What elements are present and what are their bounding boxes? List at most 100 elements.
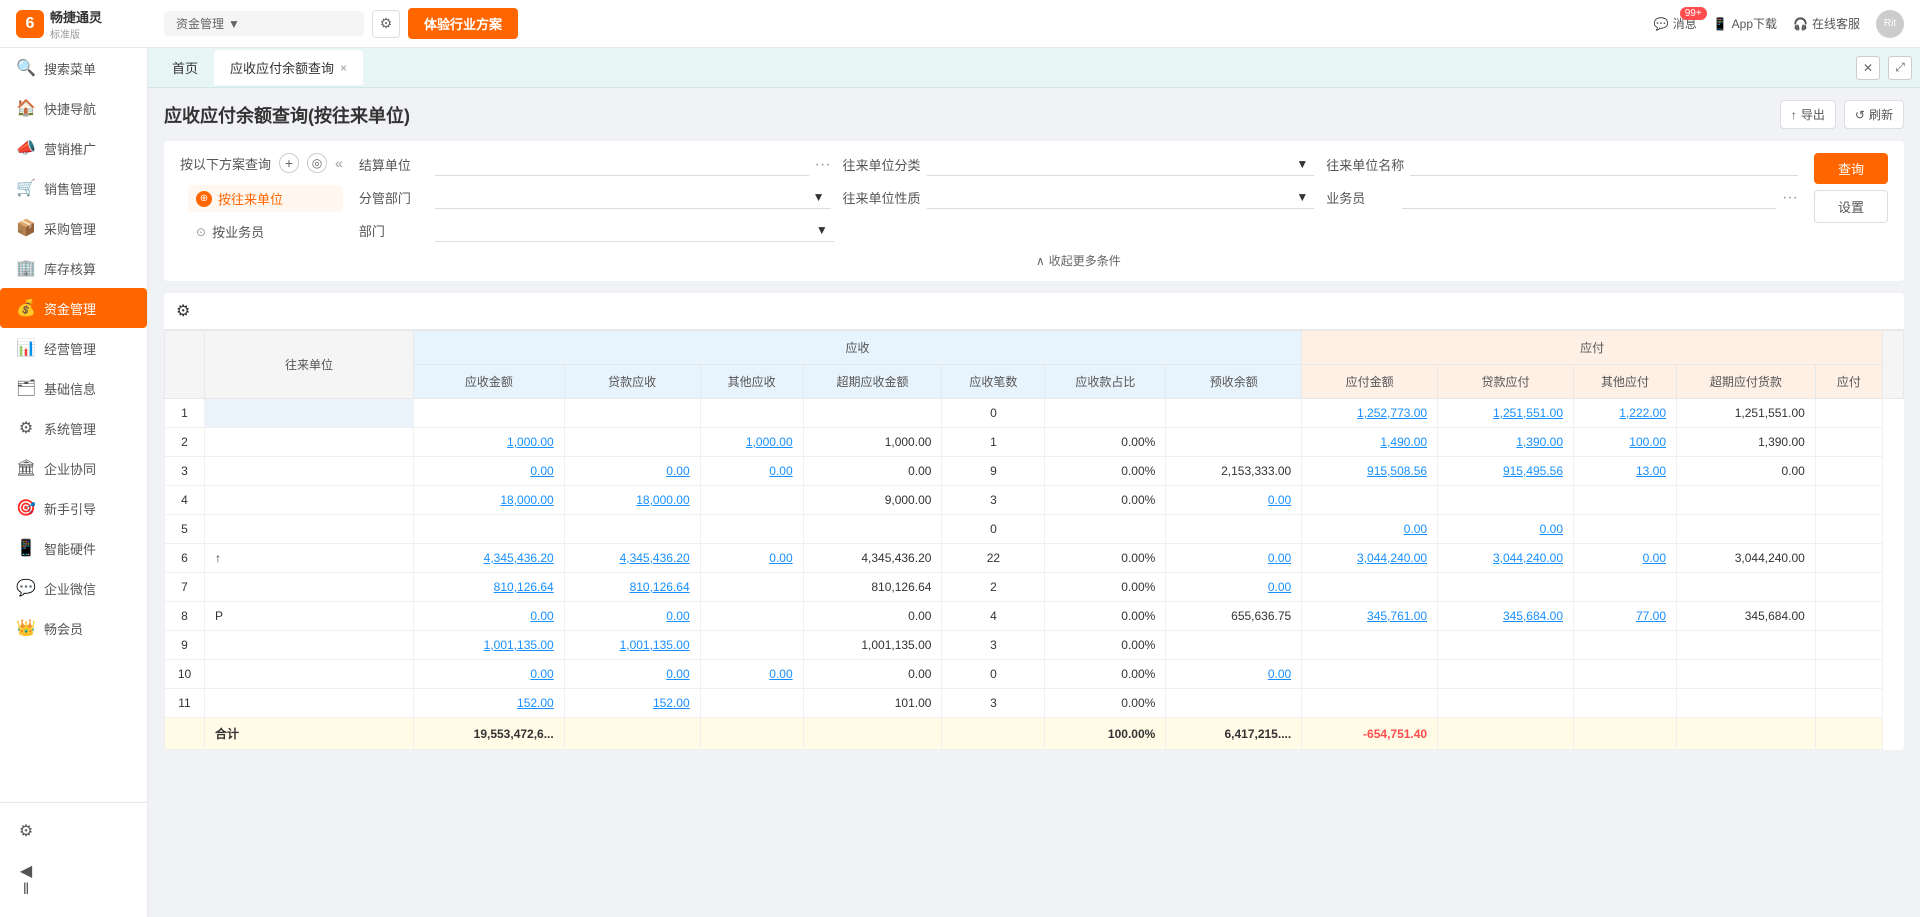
sidebar-item-marketing[interactable]: 📣 营销推广 (0, 128, 147, 168)
table-row: 4 18,000.00 18,000.00 9,000.00 3 0.00% 0… (165, 486, 1904, 515)
filter-label-6: 业务员 (1326, 188, 1396, 207)
trial-button[interactable]: 体验行业方案 (408, 8, 518, 39)
sidebar-item-inventory[interactable]: 🏢 库存核算 (0, 248, 147, 288)
filter-dots-1[interactable]: ··· (815, 156, 831, 174)
sidebar-item-member[interactable]: 👑 畅会员 (0, 608, 147, 648)
filter-row-3: 部门 ▼ (359, 219, 1798, 242)
tab-active[interactable]: 应收应付余额查询 × (214, 50, 363, 85)
breadcrumb[interactable]: 资金管理 ▼ (164, 11, 364, 36)
sidebar-item-basic[interactable]: 🗂 基础信息 (0, 368, 147, 408)
chevron-down-icon-3: ▼ (1296, 190, 1308, 204)
weixin-icon: 💬 (16, 578, 36, 598)
filter-select-nature[interactable]: ▼ (927, 186, 1315, 209)
sidebar-item-hardware[interactable]: 📱 智能硬件 (0, 528, 147, 568)
col-yf-extra: 应付 (1815, 365, 1882, 399)
filter-label-3: 往来单位名称 (1326, 155, 1404, 174)
chevron-down-icon-1: ▼ (1296, 157, 1308, 171)
sidebar-item-label: 库存核算 (44, 259, 96, 278)
refresh-button[interactable]: ↺ 刷新 (1844, 100, 1904, 129)
table-row: 7 810,126.64 810,126.64 810,126.64 2 0.0… (165, 573, 1904, 602)
page-area: 应收应付余额查询(按往来单位) ↑ 导出 ↺ 刷新 按以下方案查询 (148, 88, 1920, 917)
online-service-button[interactable]: 🎧 在线客服 (1793, 15, 1860, 32)
filter-field-wl-nature: 往来单位性质 ▼ (843, 186, 1315, 209)
sidebar-item-operation[interactable]: 📊 经营管理 (0, 328, 147, 368)
export-button[interactable]: ↑ 导出 (1780, 100, 1836, 129)
filter-select-dept[interactable]: ▼ (435, 186, 831, 209)
sidebar-item-label: 企业协同 (44, 459, 96, 478)
sidebar-item-label: 采购管理 (44, 219, 96, 238)
sidebar-item-label: 新手引导 (44, 499, 96, 518)
filter-option-unit[interactable]: ⊕ 按往来单位 (188, 185, 343, 212)
sidebar-item-label: 经营管理 (44, 339, 96, 358)
col-cq-yr: 超期应收金额 (803, 365, 942, 399)
tab-bar: 首页 应收应付余额查询 × ✕ ⤢ (148, 48, 1920, 88)
user-avatar[interactable]: Rit (1876, 10, 1904, 38)
table-wrapper: 往来单位 应收 应付 应收金额 贷款应收 其他应收 超期应收金额 应收笔数 应收… (164, 330, 1904, 750)
table-row: 3 0.00 0.00 0.00 0.00 9 0.00% 2,153,333.… (165, 457, 1904, 486)
filter-field-staff: 业务员 ··· (1326, 186, 1798, 209)
sidebar-item-weixin[interactable]: 💬 企业微信 (0, 568, 147, 608)
filter-field-jiesuandanwei: 结算单位 ··· (359, 153, 831, 176)
sidebar-item-label: 企业微信 (44, 579, 96, 598)
active-tab-label: 应收应付余额查询 (230, 58, 334, 77)
filter-add-button[interactable]: + (279, 153, 299, 173)
table-header-cols: 应收金额 贷款应收 其他应收 超期应收金额 应收笔数 应收款占比 预收余额 应付… (165, 365, 1904, 399)
side-buttons: 查询 设置 (1814, 153, 1888, 269)
table-row: 8 P 0.00 0.00 0.00 4 0.00% 655,636.75 34… (165, 602, 1904, 631)
breadcrumb-text: 资金管理 (176, 15, 224, 32)
setup-button[interactable]: 设置 (1814, 190, 1888, 223)
message-button[interactable]: 💬 消息 99+ (1654, 15, 1697, 32)
sidebar: 🔍 搜索菜单 🏠 快捷导航 📣 营销推广 🛒 销售管理 📦 采购管理 🏢 库存核… (0, 48, 148, 917)
filter-input-staff[interactable] (1402, 186, 1776, 209)
sidebar-item-search[interactable]: 🔍 搜索菜单 (0, 48, 147, 88)
operation-icon: 📊 (16, 338, 36, 358)
filter-dots-2[interactable]: ··· (1782, 189, 1798, 207)
collapse-bar[interactable]: ∧ 收起更多条件 (359, 252, 1798, 269)
tab-home[interactable]: 首页 (156, 50, 214, 85)
sidebar-settings-btn[interactable]: ⚙ (0, 811, 147, 851)
sidebar-item-quick[interactable]: 🏠 快捷导航 (0, 88, 147, 128)
col-group-yr: 应收 (413, 331, 1301, 365)
sidebar-item-label: 营销推广 (44, 139, 96, 158)
sidebar-collapse-btn[interactable]: ◀ ‖ (0, 851, 147, 909)
settings-icon[interactable]: ⚙ (372, 10, 400, 38)
tab-close-button[interactable]: × (340, 61, 347, 75)
table-header-group: 往来单位 应收 应付 (165, 331, 1904, 365)
sidebar-item-system[interactable]: ⚙ 系统管理 (0, 408, 147, 448)
tab-expand-btn[interactable]: ⤢ (1888, 56, 1912, 80)
sidebar-bottom: ⚙ ◀ ‖ (0, 802, 147, 917)
msg-icon: 💬 (1654, 17, 1669, 31)
filter-input-wl-name[interactable] (1410, 153, 1798, 176)
filter-label: 按以下方案查询 (180, 154, 271, 173)
filter-label-1: 结算单位 (359, 155, 429, 174)
app-download-button[interactable]: 📱 App下载 (1713, 15, 1777, 32)
sidebar-item-guide[interactable]: 🎯 新手引导 (0, 488, 147, 528)
collapse-chevron-icon: ∧ (1036, 254, 1045, 268)
filter-scheme-button[interactable]: ◎ (307, 153, 327, 173)
filter-collapse-btn[interactable]: « (335, 155, 343, 171)
col-yf-amount: 应付金额 (1302, 365, 1438, 399)
col-qt-yr: 其他应收 (700, 365, 803, 399)
sidebar-item-label: 销售管理 (44, 179, 96, 198)
table-settings-icon[interactable]: ⚙ (176, 301, 190, 321)
filter-option-staff[interactable]: ⊙ 按业务员 (188, 218, 343, 245)
filter-input-jiesuandanwei[interactable] (435, 153, 809, 176)
filter-select-dept2[interactable]: ▼ (435, 219, 834, 242)
sidebar-item-sales[interactable]: 🛒 销售管理 (0, 168, 147, 208)
guide-icon: 🎯 (16, 498, 36, 518)
basic-icon: 🗂 (16, 378, 36, 398)
query-button[interactable]: 查询 (1814, 153, 1888, 184)
filter-field-wanglaidanwei-class: 往来单位分类 ▼ (843, 153, 1315, 176)
chevron-down-icon-2: ▼ (813, 190, 825, 204)
filter-label-2: 往来单位分类 (843, 155, 921, 174)
sidebar-item-corp[interactable]: 🏛 企业协同 (0, 448, 147, 488)
filter-label-7: 部门 (359, 221, 429, 240)
sidebar-item-finance[interactable]: 💰 资金管理 (0, 288, 147, 328)
tab-close-window-btn[interactable]: ✕ (1856, 56, 1880, 80)
inventory-icon: 🏢 (16, 258, 36, 278)
scroll-th (1883, 331, 1904, 399)
filter-select-wl-class[interactable]: ▼ (927, 153, 1315, 176)
top-header: 6 畅捷通灵 标准版 资金管理 ▼ ⚙ 体验行业方案 💬 消息 99+ 📱 Ap… (0, 0, 1920, 48)
filter-row-2: 分管部门 ▼ 往来单位性质 ▼ (359, 186, 1798, 209)
sidebar-item-purchase[interactable]: 📦 采购管理 (0, 208, 147, 248)
